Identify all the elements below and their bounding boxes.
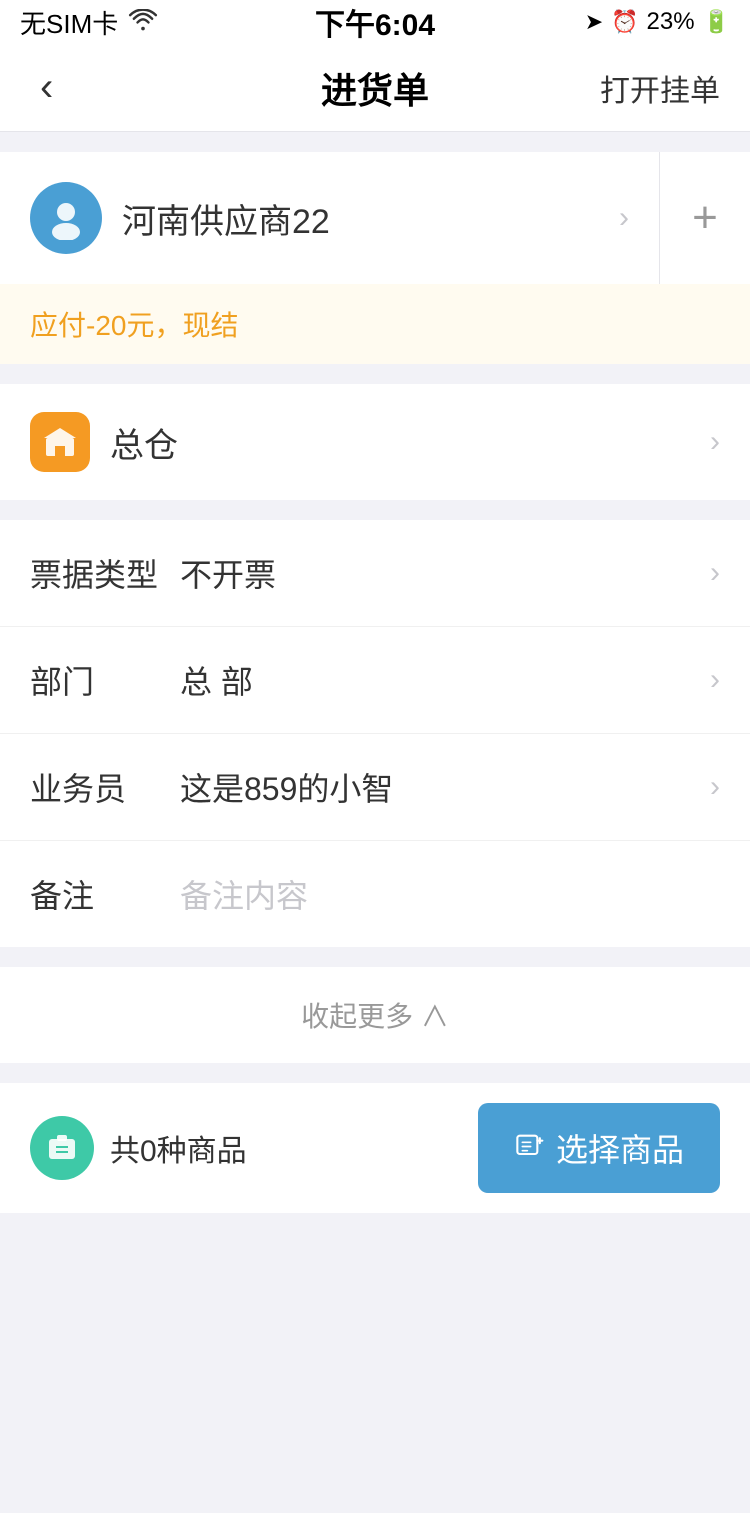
battery-text: 23% [647,8,695,36]
add-supplier-button[interactable]: + [660,152,750,284]
alarm-icon: ⏰ [611,9,638,35]
select-product-label: 选择商品 [556,1125,684,1171]
warehouse-selector[interactable]: 总仓 › [0,384,750,500]
product-count-text: 共0种商品 [110,1126,247,1170]
supplier-section: 河南供应商22 › + [0,152,750,284]
remark-input[interactable]: 备注内容 [180,871,720,917]
carrier-text: 无SIM卡 [20,4,118,41]
department-label: 部门 [30,657,160,703]
status-bar: 无SIM卡 下午6:04 ➤ ⏰ 23% 🔋 [0,0,750,44]
bottom-bar: 共0种商品 选择商品 [0,1083,750,1213]
salesman-chevron-icon: › [710,770,720,804]
invoice-type-row[interactable]: 票据类型 不开票 › [0,520,750,627]
supplier-avatar [30,182,102,254]
salesman-row[interactable]: 业务员 这是859的小智 › [0,734,750,841]
supplier-selector[interactable]: 河南供应商22 › [0,152,660,284]
form-section: 票据类型 不开票 › 部门 总 部 › 业务员 这是859的小智 › 备注 备注… [0,520,750,947]
salesman-label: 业务员 [30,764,160,810]
collapse-label: 收起更多 ∧ [301,995,449,1035]
invoice-type-label: 票据类型 [30,550,160,596]
select-product-button[interactable]: 选择商品 [478,1103,720,1193]
notice-bar: 应付-20元，现结 [0,284,750,364]
department-row[interactable]: 部门 总 部 › [0,627,750,734]
select-product-icon [514,1129,544,1167]
invoice-chevron-icon: › [710,556,720,590]
warehouse-name: 总仓 [110,418,700,467]
product-count-area: 共0种商品 [30,1116,247,1180]
warehouse-section: 总仓 › [0,384,750,500]
page-background [0,1213,750,1513]
supplier-name: 河南供应商22 [122,194,609,243]
status-time: 下午6:04 [315,0,435,44]
status-left: 无SIM卡 [20,4,158,41]
remark-label: 备注 [30,871,160,917]
notice-text: 应付-20元，现结 [30,310,238,341]
add-icon: + [692,193,718,243]
location-icon: ➤ [585,9,603,35]
remark-row[interactable]: 备注 备注内容 [0,841,750,947]
department-value: 总 部 [180,657,700,703]
supplier-chevron-icon: › [619,201,629,235]
status-right: ➤ ⏰ 23% 🔋 [585,8,730,36]
dept-chevron-icon: › [710,663,720,697]
battery-icon: 🔋 [703,9,730,35]
product-icon [30,1116,94,1180]
page-title: 进货单 [321,62,429,114]
invoice-type-value: 不开票 [180,550,700,596]
warehouse-chevron-icon: › [710,425,720,459]
wifi-icon [128,7,158,38]
collapse-button[interactable]: 收起更多 ∧ [0,967,750,1063]
warehouse-icon [30,412,90,472]
back-button[interactable]: ‹ [30,55,63,120]
open-pending-button[interactable]: 打开挂单 [600,66,720,110]
nav-bar: ‹ 进货单 打开挂单 [0,44,750,132]
salesman-value: 这是859的小智 [180,764,700,810]
